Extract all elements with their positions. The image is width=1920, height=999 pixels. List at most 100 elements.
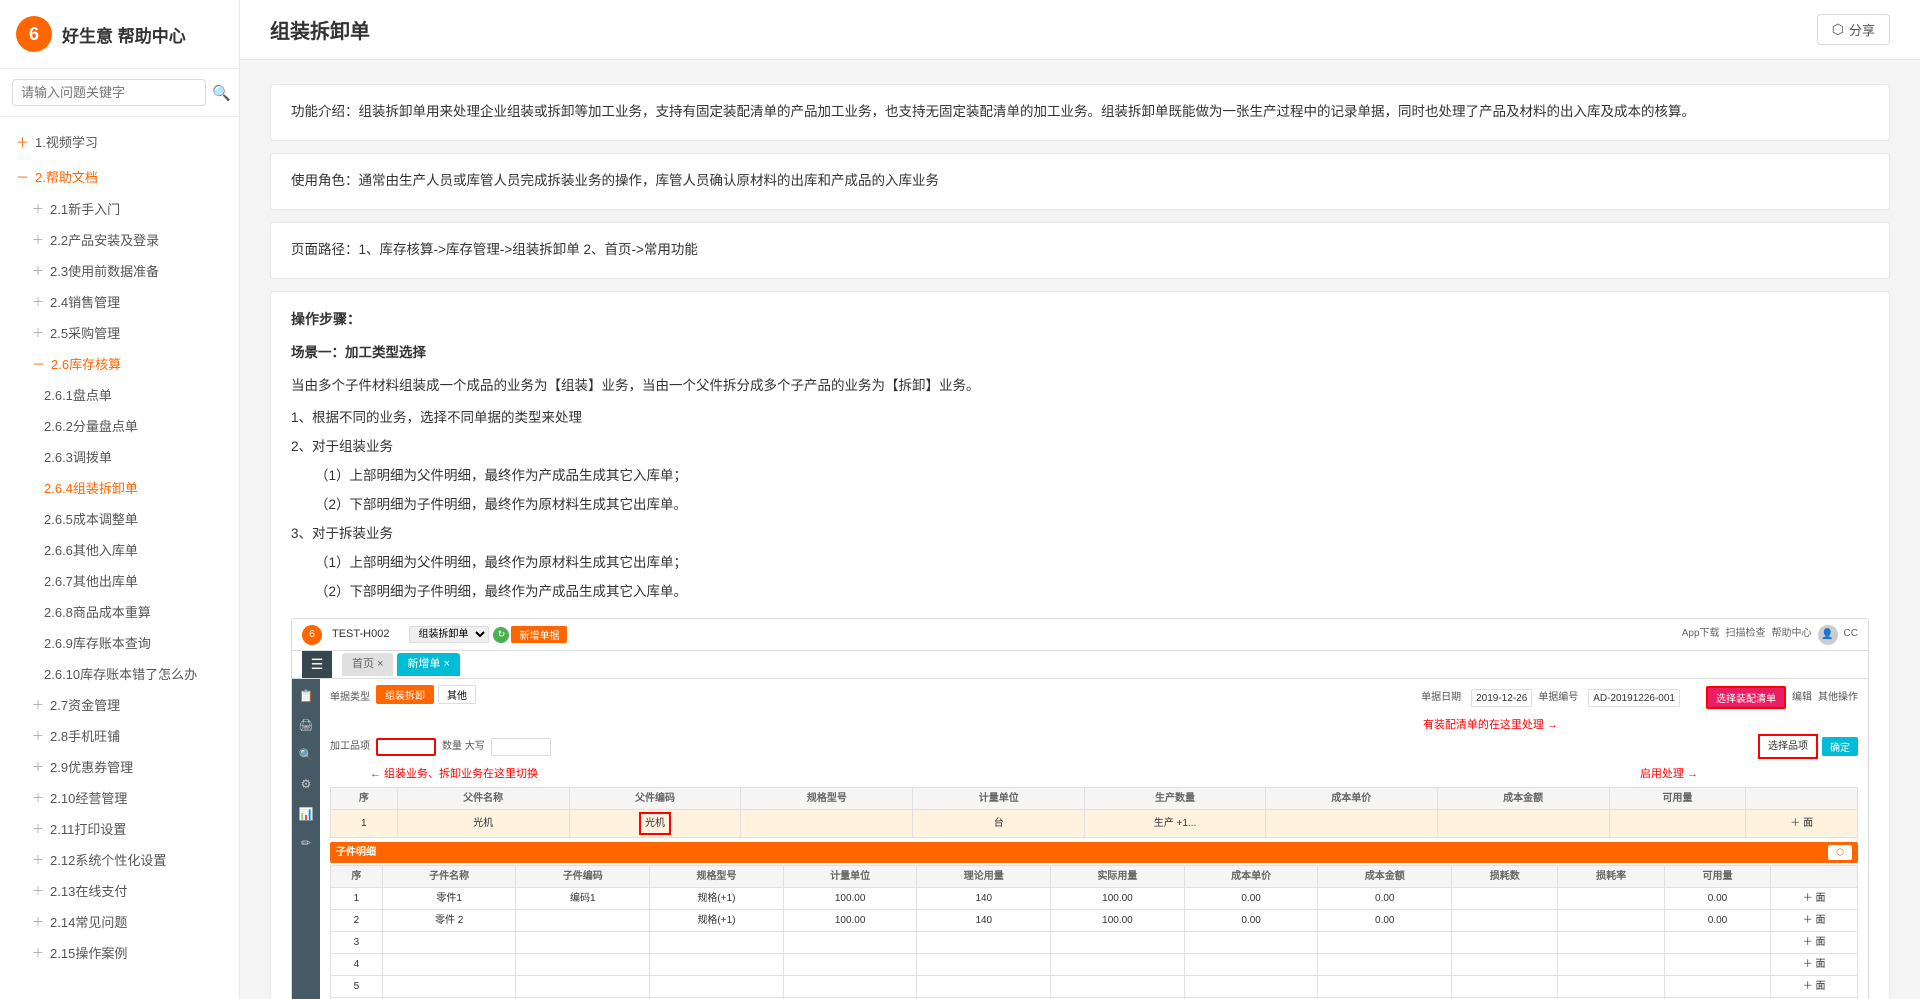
mock-tab-home[interactable]: 首页 × — [342, 653, 393, 676]
mock-type-selector: 组装拆卸 其他 — [376, 685, 476, 704]
search-area: 🔍 — [0, 69, 239, 117]
mock-new-btn[interactable]: 新增单据 — [511, 626, 567, 643]
mock-th-seq: 序 — [331, 788, 398, 810]
sidebar-item-assembly[interactable]: 2.6.4组装拆卸单 — [0, 472, 239, 503]
sidebar-item-label: 2.14常见问题 — [50, 912, 127, 931]
assembly-sub-steps: （1）上部明细为父件明细，最终作为产成品生成其它入库单； （2）下部明细为子件明… — [315, 465, 1869, 517]
sidebar-item-label: 2.6库存核算 — [51, 354, 121, 373]
sidebar-item-cases[interactable]: ＋ 2.15操作案例 — [0, 937, 239, 968]
sidebar-item-adjust[interactable]: 2.6.3调拨单 — [0, 441, 239, 472]
mock-refresh-btn[interactable]: ↻ — [493, 627, 509, 643]
sidebar-item-faq[interactable]: ＋ 2.14常见问题 — [0, 906, 239, 937]
mock-bth-cost-price: 成本单价 — [1184, 866, 1318, 888]
mock-table-top: 序 父件名称 父件编码 规格型号 计量单位 生产数量 成本单价 成本金额 可用量 — [330, 787, 1858, 838]
path-card: 页面路径：1、库存核算->库存管理->组装拆卸单 2、首页->常用功能 — [270, 222, 1890, 279]
mock-btn2: 编辑 — [1792, 689, 1812, 706]
mock-hamburger[interactable]: ☰ — [302, 651, 332, 678]
sidebar-item-label: 2.6.1盘点单 — [44, 385, 112, 404]
sidebar-item-label: 2.6.3调拨单 — [44, 447, 112, 466]
sidebar-item-label: 2.11打印设置 — [50, 819, 126, 838]
nav-group-docs: － 2.帮助文档 ＋ 2.1新手入门 ＋ 2.2产品安装及登录 ＋ 2.3使用前… — [0, 160, 239, 968]
intro-text: 功能介绍：组装拆卸单用来处理企业组装或拆卸等加工业务，支持有固定装配清单的产品加… — [291, 104, 1695, 119]
mock-item-select[interactable]: 选择品项 — [1758, 734, 1818, 759]
mock-sidebar-icon-4[interactable]: ⚙ — [301, 771, 312, 797]
plus-icon: ＋ — [32, 696, 44, 713]
table-row: 5 — [331, 976, 1858, 998]
mock-sidebar-icon-2[interactable]: 🖨 — [298, 712, 313, 738]
mock-table-bottom: 序 子件名称 子件编码 规格型号 计量单位 理论用量 实际用量 成本单价 成本金 — [330, 865, 1858, 999]
mock-process-input[interactable] — [376, 738, 436, 756]
plus-icon: ＋ — [32, 913, 44, 930]
mock-confirm-btn[interactable]: 确定 — [1822, 737, 1858, 756]
sidebar-item-purchase[interactable]: ＋ 2.5采购管理 — [0, 317, 239, 348]
mock-type-btn-assembly[interactable]: 组装拆卸 — [376, 685, 434, 704]
sidebar-item-sales[interactable]: ＋ 2.4销售管理 — [0, 286, 239, 317]
mock-type-btn-disassembly[interactable]: 其他 — [438, 685, 476, 704]
sidebar-item-finance[interactable]: ＋ 2.7资金管理 — [0, 689, 239, 720]
mock-sidebar-icon-3[interactable]: 🔍 — [299, 742, 314, 768]
sidebar-item-label: 2.6.6其他入库单 — [44, 540, 138, 559]
sidebar-item-new-user[interactable]: ＋ 2.1新手入门 — [0, 193, 239, 224]
steps-title: 操作步骤： — [291, 308, 1869, 332]
path-text: 页面路径：1、库存核算->库存管理->组装拆卸单 2、首页->常用功能 — [291, 242, 698, 257]
sidebar-item-stock-count[interactable]: 2.6.1盘点单 — [0, 379, 239, 410]
main-area: 组装拆卸单 ⬡ 分享 功能介绍：组装拆卸单用来处理企业组装或拆卸等加工业务，支持… — [240, 0, 1920, 999]
sidebar-item-inventory[interactable]: － 2.6库存核算 — [0, 348, 239, 379]
mock-module-select[interactable]: 组装拆卸单 — [409, 626, 489, 643]
table-row: 3 — [331, 932, 1858, 954]
steps-card: 操作步骤： 场景一：加工类型选择 当由多个子件材料组装成一个成品的业务为【组装】… — [270, 291, 1890, 999]
sidebar-item-docs[interactable]: － 2.帮助文档 — [0, 160, 239, 193]
mock-bth-actual: 实际用量 — [1051, 866, 1185, 888]
sidebar-item-mobile[interactable]: ＋ 2.8手机旺铺 — [0, 720, 239, 751]
mock-qty-input[interactable] — [491, 738, 551, 756]
sidebar-item-online-pay[interactable]: ＋ 2.13在线支付 — [0, 875, 239, 906]
sidebar-item-label: 2.6.4组装拆卸单 — [44, 478, 138, 497]
sidebar-item-customize[interactable]: ＋ 2.12系统个性化设置 — [0, 844, 239, 875]
sidebar-item-data-prep[interactable]: ＋ 2.3使用前数据准备 — [0, 255, 239, 286]
mock-tab-new[interactable]: 新增单 × — [397, 653, 459, 676]
sidebar-item-print[interactable]: ＋ 2.11打印设置 — [0, 813, 239, 844]
mock-expand-btn[interactable]: ⬡ — [1828, 845, 1852, 860]
mock-sidebar-icon-6[interactable]: ✏ — [301, 830, 311, 856]
sidebar-item-partial-count[interactable]: 2.6.2分量盘点单 — [0, 410, 239, 441]
sidebar-item-ledger[interactable]: 2.6.9库存账本查询 — [0, 627, 239, 658]
annotation-bom-label: 有装配清单的在这里处理 → — [1423, 716, 1558, 735]
mock-bth-spec: 规格型号 — [650, 866, 784, 888]
mock-bom-btn[interactable]: 选择装配清单 — [1706, 686, 1786, 709]
mock-company: TEST-H002 — [332, 625, 389, 644]
sidebar-item-label: 2.6.2分量盘点单 — [44, 416, 138, 435]
mock-sidebar-icon-5[interactable]: 📊 — [299, 801, 314, 827]
mock-bth-unit: 计量单位 — [783, 866, 917, 888]
table-row: 4 — [331, 954, 1858, 976]
mock-billno-input[interactable]: AD-20191226-001 — [1588, 689, 1680, 707]
mock-date-input[interactable]: 2019-12-26 — [1471, 689, 1532, 707]
sidebar-item-ledger-error[interactable]: 2.6.10库存账本错了怎么办 — [0, 658, 239, 689]
share-button[interactable]: ⬡ 分享 — [1817, 14, 1890, 45]
mock-annotation-row-1: 有装配清单的在这里处理 → — [330, 716, 1858, 732]
sidebar-item-label: 2.7资金管理 — [50, 695, 120, 714]
sidebar-item-cost-calc[interactable]: 2.6.8商品成本重算 — [0, 596, 239, 627]
mock-username: CC — [1844, 625, 1858, 645]
sidebar-item-label: 1.视频学习 — [35, 132, 98, 151]
mock-total-label: 加工品项 — [330, 738, 370, 755]
mock-th-actions — [1746, 788, 1858, 810]
sidebar-item-cost-adjust[interactable]: 2.6.5成本调整单 — [0, 503, 239, 534]
sidebar-item-other-out[interactable]: 2.6.7其他出库单 — [0, 565, 239, 596]
sidebar-item-ops[interactable]: ＋ 2.10经营管理 — [0, 782, 239, 813]
mock-sidebar-icon-1[interactable]: 📋 — [299, 683, 314, 709]
plus-icon: ＋ — [32, 789, 44, 806]
sidebar-item-label: 2.6.8商品成本重算 — [44, 602, 151, 621]
sidebar-item-video[interactable]: ＋ 1.视频学习 — [0, 125, 239, 158]
mock-bottom-title: 子件明细 — [336, 844, 376, 861]
sidebar-item-install[interactable]: ＋ 2.2产品安装及登录 — [0, 224, 239, 255]
mock-bth-child-name: 子件名称 — [382, 866, 516, 888]
assembly-step-2: （2）下部明细为子件明细，最终作为原材料生成其它出库单。 — [315, 494, 1869, 517]
search-input[interactable] — [12, 79, 206, 106]
search-button[interactable]: 🔍 — [212, 84, 231, 102]
intro-card: 功能介绍：组装拆卸单用来处理企业组装或拆卸等加工业务，支持有固定装配清单的产品加… — [270, 84, 1890, 141]
app-logo-text: 好生意 帮助中心 — [62, 22, 186, 47]
sidebar-item-other-in[interactable]: 2.6.6其他入库单 — [0, 534, 239, 565]
mock-app: 6 TEST-H002 组装拆卸单 ↻ 新增单据 — [292, 619, 1868, 999]
sidebar-nav: ＋ 1.视频学习 － 2.帮助文档 ＋ 2.1新手入门 ＋ 2.2产品安装及登录 — [0, 117, 239, 999]
sidebar-item-coupon[interactable]: ＋ 2.9优惠券管理 — [0, 751, 239, 782]
